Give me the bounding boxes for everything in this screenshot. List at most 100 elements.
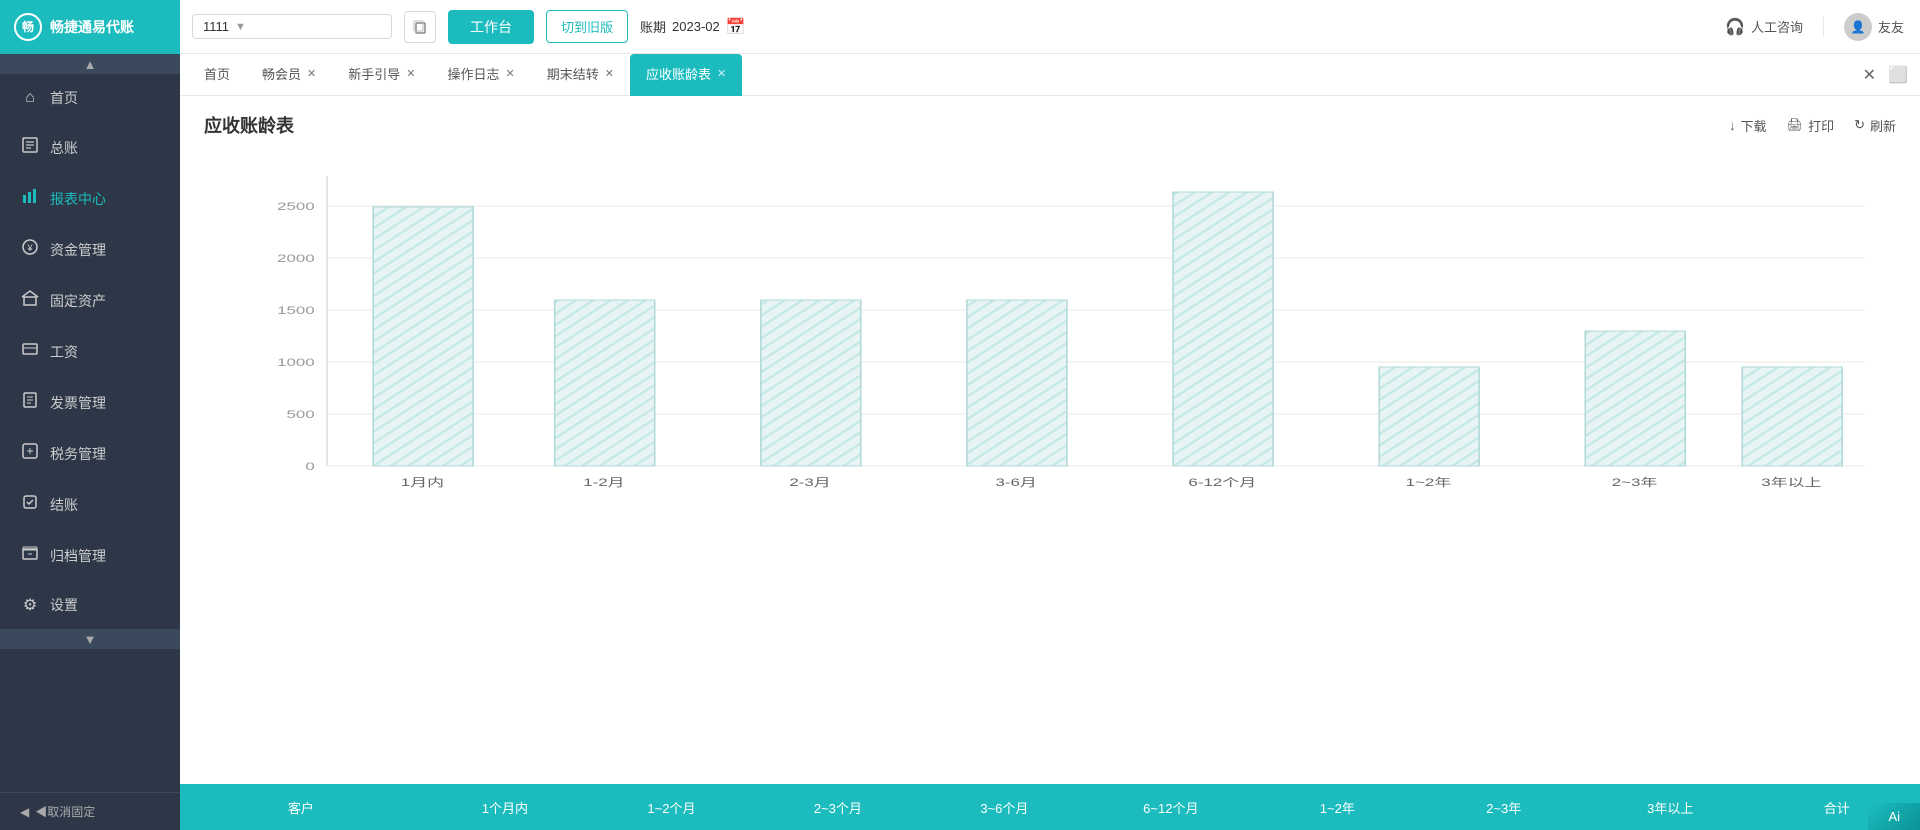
- sidebar-item-archive[interactable]: 归档管理: [0, 530, 180, 581]
- svg-text:1500: 1500: [277, 305, 315, 317]
- maximize-button[interactable]: ⬜: [1888, 65, 1908, 85]
- svg-text:1000: 1000: [277, 357, 315, 369]
- tab-close-log[interactable]: ✕: [506, 67, 515, 80]
- bar-1-2月: [555, 300, 655, 466]
- report-icon: [20, 187, 40, 210]
- period-value: 2023-02: [672, 19, 720, 34]
- logo-area: 畅 畅捷通易代账: [0, 0, 180, 54]
- sidebar-scroll-down[interactable]: ▼: [0, 629, 180, 649]
- tab-close-member[interactable]: ✕: [307, 67, 316, 80]
- tab-label-period-close: 期末结转: [547, 64, 599, 83]
- tax-icon: [20, 442, 40, 465]
- tab-label-aging: 应收账龄表: [646, 64, 711, 83]
- th-1-2year: 1~2年: [1254, 798, 1420, 817]
- tab-close-guide[interactable]: ✕: [406, 67, 415, 80]
- company-name: 1111: [203, 19, 229, 34]
- th-1month: 1个月内: [422, 798, 588, 817]
- tab-member[interactable]: 畅会员 ✕: [246, 54, 332, 96]
- headset-icon: 🎧: [1725, 17, 1745, 37]
- bar-6-12个月: [1173, 192, 1273, 466]
- tab-label-guide: 新手引导: [348, 64, 400, 83]
- sidebar-label-invoice: 发票管理: [50, 393, 106, 413]
- page-title: 应收账龄表: [204, 112, 294, 138]
- refresh-button[interactable]: ↻ 刷新: [1854, 116, 1896, 135]
- th-2-3year: 2~3年: [1421, 798, 1587, 817]
- sidebar-label-archive: 归档管理: [50, 546, 106, 566]
- svg-text:2500: 2500: [277, 201, 315, 213]
- copy-button[interactable]: [404, 11, 436, 43]
- svg-text:0: 0: [305, 461, 314, 473]
- switch-version-button[interactable]: 切到旧版: [546, 10, 628, 43]
- sidebar: ▲ ⌂ 首页 总账: [0, 54, 180, 830]
- sidebar-item-invoice[interactable]: 发票管理: [0, 377, 180, 428]
- sidebar-item-salary[interactable]: 工资: [0, 326, 180, 377]
- calendar-icon[interactable]: 📅: [726, 17, 746, 37]
- top-header: 畅 畅捷通易代账 1111 ▼ 工作台 切到旧版 账期 2023-02 📅 🎧 …: [0, 0, 1920, 54]
- sidebar-item-asset[interactable]: 固定资产: [0, 275, 180, 326]
- download-icon: ↓: [1729, 118, 1736, 133]
- sidebar-item-settings[interactable]: ⚙ 设置: [0, 581, 180, 629]
- sidebar-item-close[interactable]: 结账: [0, 479, 180, 530]
- sidebar-label-report: 报表中心: [50, 189, 106, 209]
- tab-aging[interactable]: 应收账龄表 ✕: [630, 54, 742, 96]
- sidebar-item-report[interactable]: 报表中心: [0, 173, 180, 224]
- close-account-icon: [20, 493, 40, 516]
- th-6-12month: 6~12个月: [1088, 798, 1254, 817]
- svg-text:2000: 2000: [277, 253, 315, 265]
- close-all-tabs-button[interactable]: ✕: [1863, 65, 1876, 85]
- sidebar-item-tax[interactable]: 税务管理: [0, 428, 180, 479]
- th-3-6month: 3~6个月: [921, 798, 1087, 817]
- avatar: 👤: [1844, 13, 1872, 41]
- bar-3年以上: [1742, 367, 1842, 466]
- svg-text:¥: ¥: [26, 243, 33, 253]
- svg-text:1~2年: 1~2年: [1406, 476, 1452, 489]
- download-button[interactable]: ↓ 下载: [1729, 116, 1767, 135]
- ai-badge[interactable]: Ai: [1868, 803, 1920, 830]
- archive-icon: [20, 544, 40, 567]
- asset-icon: [20, 289, 40, 312]
- th-1-2month: 1~2个月: [588, 798, 754, 817]
- user-label: 友友: [1878, 17, 1904, 36]
- user-area[interactable]: 👤 友友: [1844, 13, 1904, 41]
- sidebar-scroll-up[interactable]: ▲: [0, 54, 180, 74]
- main-container: ▲ ⌂ 首页 总账: [0, 54, 1920, 830]
- tab-log[interactable]: 操作日志 ✕: [431, 54, 530, 96]
- chart-svg: 0 500 1000 1500 2000 2500: [204, 156, 1896, 516]
- consult-label: 人工咨询: [1751, 17, 1803, 36]
- logo-text: 畅捷通易代账: [50, 17, 134, 37]
- svg-text:3-6月: 3-6月: [995, 477, 1036, 489]
- tab-guide[interactable]: 新手引导 ✕: [332, 54, 431, 96]
- bar-2-3月: [761, 300, 861, 466]
- download-label: 下载: [1741, 116, 1767, 135]
- company-select[interactable]: 1111 ▼: [192, 14, 392, 39]
- tab-label-home: 首页: [204, 64, 230, 83]
- page-actions: ↓ 下载 🖨 打印 ↻ 刷新: [1729, 116, 1896, 135]
- salary-icon: [20, 340, 40, 363]
- sidebar-item-ledger[interactable]: 总账: [0, 122, 180, 173]
- svg-text:500: 500: [287, 409, 315, 421]
- tab-close-period-close[interactable]: ✕: [605, 67, 614, 80]
- cancel-fixed-icon: ◀: [20, 805, 29, 819]
- bar-2-3年: [1585, 331, 1685, 466]
- th-customer: 客户: [180, 798, 422, 817]
- sidebar-label-close: 结账: [50, 495, 78, 515]
- tab-home[interactable]: 首页: [188, 54, 246, 96]
- tab-period-close[interactable]: 期末结转 ✕: [531, 54, 630, 96]
- cancel-fixed-button[interactable]: ◀ ◀取消固定: [0, 792, 180, 830]
- print-button[interactable]: 🖨 打印: [1787, 116, 1835, 135]
- sidebar-label-fund: 资金管理: [50, 240, 106, 260]
- header-right: 🎧 人工咨询 👤 友友: [1725, 13, 1904, 41]
- cancel-fixed-label: ◀取消固定: [35, 803, 95, 820]
- chart-area: 0 500 1000 1500 2000 2500: [180, 146, 1920, 784]
- tab-close-aging[interactable]: ✕: [717, 67, 726, 80]
- svg-text:2~3年: 2~3年: [1612, 476, 1658, 489]
- sidebar-item-fund[interactable]: ¥ 资金管理: [0, 224, 180, 275]
- content-area: 首页 畅会员 ✕ 新手引导 ✕ 操作日志 ✕ 期末结转 ✕ 应收账龄表 ✕: [180, 54, 1920, 830]
- print-icon: 🖨: [1787, 117, 1804, 133]
- page-header: 应收账龄表 ↓ 下载 🖨 打印 ↻ 刷新: [180, 96, 1920, 146]
- period-label: 账期: [640, 17, 666, 36]
- sidebar-item-home[interactable]: ⌂ 首页: [0, 74, 180, 122]
- consult-area[interactable]: 🎧 人工咨询: [1725, 17, 1803, 37]
- workbench-button[interactable]: 工作台: [448, 10, 534, 44]
- bar-3-6月: [967, 300, 1067, 466]
